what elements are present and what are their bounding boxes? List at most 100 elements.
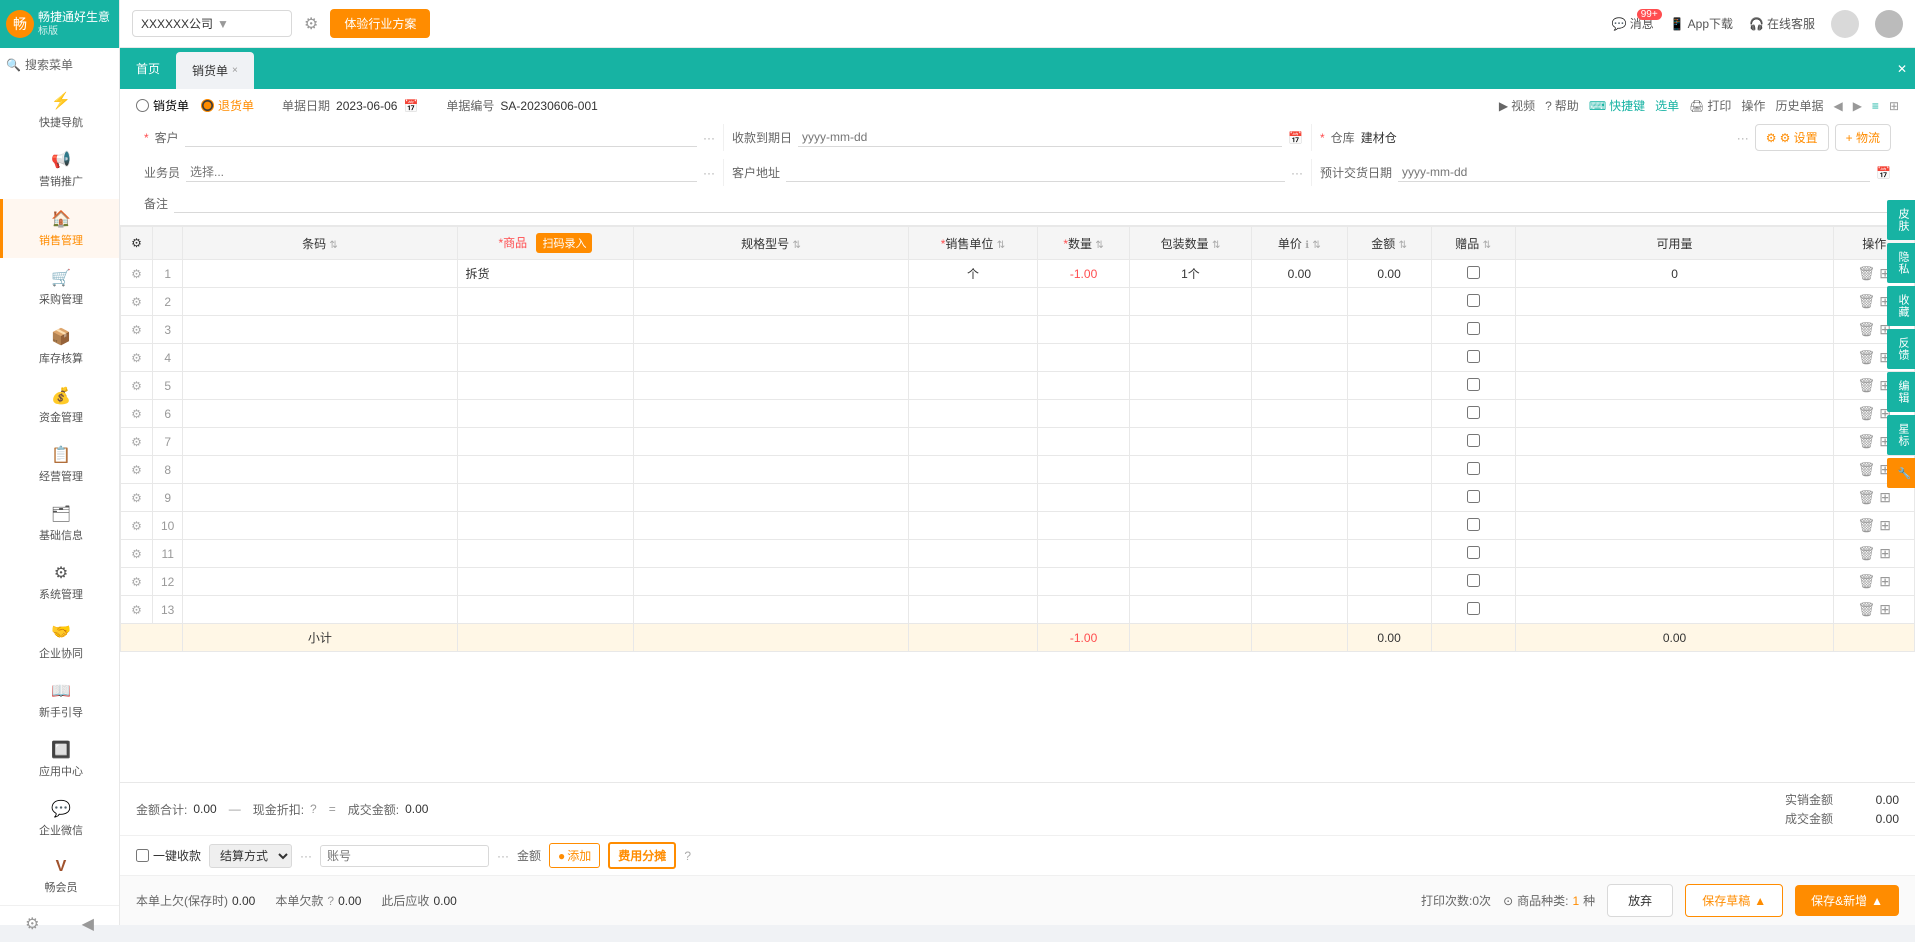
user-avatar2[interactable]: [1875, 10, 1903, 38]
row-copy-10[interactable]: ⊞: [1879, 545, 1891, 562]
row-spec-11[interactable]: [634, 568, 908, 596]
grid-view-btn[interactable]: ⊞: [1889, 99, 1899, 113]
sidebar-item-member[interactable]: V 畅会员: [0, 848, 119, 905]
row-unit-price-4[interactable]: [1252, 372, 1347, 400]
row-quantity-5[interactable]: [1038, 400, 1129, 428]
cash-discount-help[interactable]: ?: [310, 802, 317, 816]
col-gear[interactable]: ⚙: [121, 227, 153, 260]
row-copy-12[interactable]: ⊞: [1879, 601, 1891, 618]
sidebar-item-finance[interactable]: 💰 资金管理: [0, 376, 119, 435]
row-gift-4[interactable]: [1431, 372, 1515, 400]
row-gift-5[interactable]: [1431, 400, 1515, 428]
row-gift-12[interactable]: [1431, 596, 1515, 624]
select-btn[interactable]: 选单: [1655, 97, 1679, 114]
row-spec-4[interactable]: [634, 372, 908, 400]
row-copy-8[interactable]: ⊞: [1879, 489, 1891, 506]
add-button[interactable]: ● 添加: [549, 843, 600, 868]
row-quantity-10[interactable]: [1038, 540, 1129, 568]
salesperson-input[interactable]: [186, 163, 697, 182]
row-delete-4[interactable]: 🗑: [1857, 377, 1875, 394]
row-spec-5[interactable]: [634, 400, 908, 428]
float-orange-btn[interactable]: 🔧: [1887, 458, 1915, 488]
row-barcode-10[interactable]: [183, 540, 457, 568]
settlement-select[interactable]: 结算方式: [209, 844, 292, 868]
row-spec-3[interactable]: [634, 344, 908, 372]
row-delete-3[interactable]: 🗑: [1857, 349, 1875, 366]
flow-button[interactable]: + 物流: [1835, 124, 1891, 151]
row-barcode-0[interactable]: [183, 260, 457, 288]
row-unit-price-10[interactable]: [1252, 540, 1347, 568]
one-click-payment-checkbox[interactable]: [136, 849, 149, 862]
row-gift-6[interactable]: [1431, 428, 1515, 456]
float-star-btn[interactable]: 星标: [1887, 415, 1915, 455]
remark-input[interactable]: [174, 194, 1891, 213]
row-gift-8[interactable]: [1431, 484, 1515, 512]
row-barcode-3[interactable]: [183, 344, 457, 372]
row-gift-3[interactable]: [1431, 344, 1515, 372]
row-gift-7[interactable]: [1431, 456, 1515, 484]
row-spec-8[interactable]: [634, 484, 908, 512]
nav-next-btn[interactable]: ▶: [1853, 99, 1862, 113]
sale-order-radio[interactable]: 销货单: [136, 97, 189, 114]
topbar-gear-btn[interactable]: ⚙: [304, 14, 318, 34]
salesperson-dots[interactable]: ···: [703, 166, 715, 180]
float-favorite-btn[interactable]: 收藏: [1887, 286, 1915, 326]
payment-calendar-icon[interactable]: 📅: [1288, 131, 1303, 145]
row-delete-8[interactable]: 🗑: [1857, 489, 1875, 506]
row-barcode-9[interactable]: [183, 512, 457, 540]
row-gift-1[interactable]: [1431, 288, 1515, 316]
save-draft-button[interactable]: 保存草稿 ▲: [1685, 884, 1783, 917]
row-unit-price-1[interactable]: [1252, 288, 1347, 316]
row-copy-9[interactable]: ⊞: [1879, 517, 1891, 534]
row-quantity-2[interactable]: [1038, 316, 1129, 344]
row-quantity-1[interactable]: [1038, 288, 1129, 316]
row-spec-0[interactable]: [634, 260, 908, 288]
sidebar-search-menu[interactable]: 🔍 搜索菜单: [0, 48, 119, 81]
shortcut-btn[interactable]: ⌨ 快捷键: [1589, 97, 1645, 114]
row-spec-9[interactable]: [634, 512, 908, 540]
row-quantity-4[interactable]: [1038, 372, 1129, 400]
row-delete-11[interactable]: 🗑: [1857, 573, 1875, 590]
row-gift-0[interactable]: [1431, 260, 1515, 288]
account-input[interactable]: [320, 845, 489, 867]
history-btn[interactable]: 历史单据: [1775, 97, 1823, 114]
row-delete-2[interactable]: 🗑: [1857, 321, 1875, 338]
row-delete-10[interactable]: 🗑: [1857, 545, 1875, 562]
row-barcode-7[interactable]: [183, 456, 457, 484]
float-privacy-btn[interactable]: 隐私: [1887, 243, 1915, 283]
row-gift-10[interactable]: [1431, 540, 1515, 568]
row-unit-price-2[interactable]: [1252, 316, 1347, 344]
sidebar-settings-btn[interactable]: ⚙: [25, 914, 39, 934]
abandon-button[interactable]: 放弃: [1607, 884, 1673, 917]
row-gift-2[interactable]: [1431, 316, 1515, 344]
row-quantity-0[interactable]: -1.00: [1038, 260, 1129, 288]
sidebar-item-wechat[interactable]: 💬 企业微信: [0, 789, 119, 848]
row-spec-10[interactable]: [634, 540, 908, 568]
row-unit-price-7[interactable]: [1252, 456, 1347, 484]
row-delete-0[interactable]: 🗑: [1857, 265, 1875, 282]
row-unit-price-8[interactable]: [1252, 484, 1347, 512]
float-feedback-btn[interactable]: 反馈: [1887, 329, 1915, 369]
app-download-button[interactable]: 📱 App下载: [1670, 15, 1733, 32]
tab-sales-order[interactable]: 销货单 ×: [176, 52, 254, 89]
row-quantity-12[interactable]: [1038, 596, 1129, 624]
row-spec-1[interactable]: [634, 288, 908, 316]
delivery-calendar-icon[interactable]: 📅: [1876, 166, 1891, 180]
user-avatar[interactable]: [1831, 10, 1859, 38]
sidebar-item-operation[interactable]: 📋 经营管理: [0, 435, 119, 494]
sidebar-item-collab[interactable]: 🤝 企业协同: [0, 612, 119, 671]
split-button[interactable]: 费用分摊: [608, 842, 676, 869]
float-skin-btn[interactable]: 皮肤: [1887, 200, 1915, 240]
save-new-arrow[interactable]: ▲: [1871, 894, 1883, 908]
row-quantity-8[interactable]: [1038, 484, 1129, 512]
online-service-button[interactable]: 🎧 在线客服: [1749, 15, 1815, 32]
calendar-icon[interactable]: 📅: [403, 99, 418, 113]
row-unit-price-5[interactable]: [1252, 400, 1347, 428]
row-spec-7[interactable]: [634, 456, 908, 484]
sidebar-item-purchase[interactable]: 🛒 采购管理: [0, 258, 119, 317]
tab-close-icon[interactable]: ×: [232, 65, 238, 76]
row-quantity-7[interactable]: [1038, 456, 1129, 484]
list-view-btn[interactable]: ≡: [1872, 99, 1879, 113]
video-btn[interactable]: ▶ 视频: [1499, 97, 1535, 114]
row-barcode-2[interactable]: [183, 316, 457, 344]
